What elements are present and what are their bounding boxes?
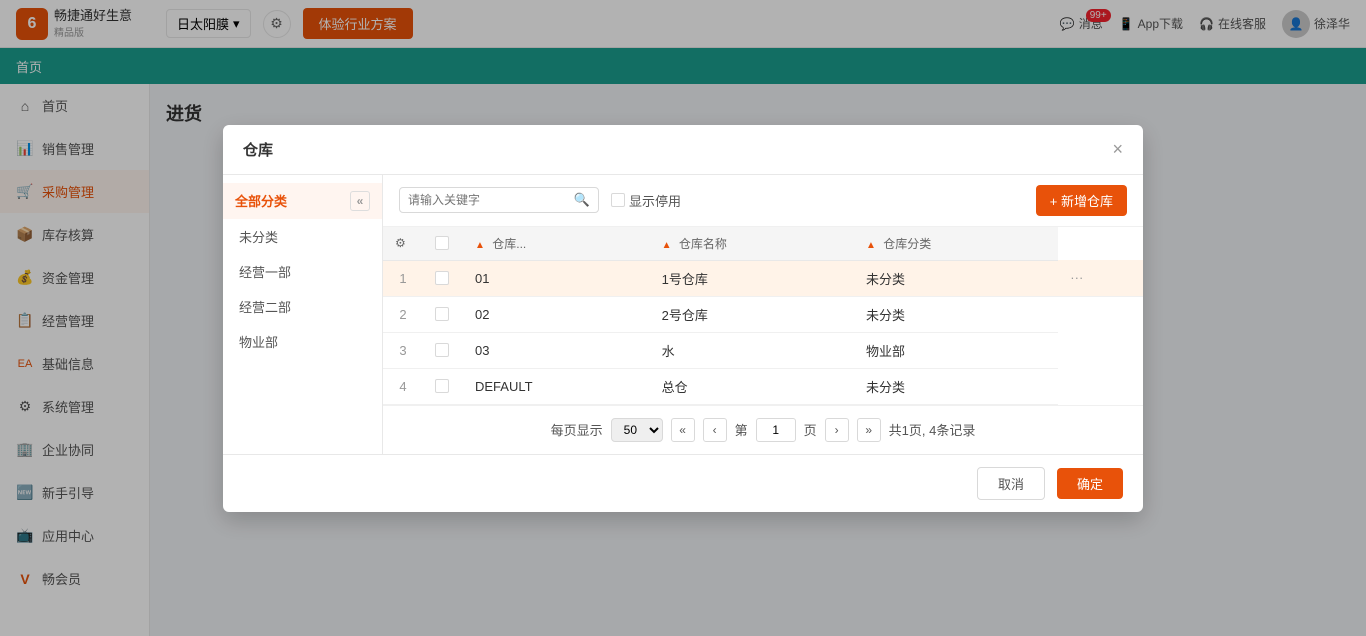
page-prev-button[interactable]: ‹ [703, 418, 727, 442]
total-records-label: 共1页, 4条记录 [889, 420, 976, 439]
warehouse-dialog: 仓库 × 全部分类 « 未分类 经营一部 经营二部 [223, 125, 1143, 512]
category-item-unclassified[interactable]: 未分类 [223, 219, 382, 254]
row-category: 未分类 [854, 296, 1058, 332]
dialog-title: 仓库 [243, 139, 273, 160]
dialog-toolbar: 🔍 显示停用 + 新增仓库 [383, 175, 1143, 227]
dialog-header: 仓库 × [223, 125, 1143, 175]
row-name: 1号仓库 [650, 260, 854, 296]
page-last-button[interactable]: » [857, 418, 881, 442]
row-checkbox[interactable] [423, 296, 463, 332]
dialog-body: 全部分类 « 未分类 经营一部 经营二部 物业部 [223, 175, 1143, 454]
category-item-ops2[interactable]: 经营二部 [223, 289, 382, 324]
row-name: 2号仓库 [650, 296, 854, 332]
row-checkbox[interactable] [423, 260, 463, 296]
row-num: 3 [383, 332, 423, 368]
row-checkbox[interactable] [423, 368, 463, 404]
prev-page-icon: ‹ [713, 423, 717, 437]
first-page-icon: « [679, 423, 686, 437]
per-page-select[interactable]: 50 [611, 418, 663, 442]
search-icon: 🔍 [574, 192, 590, 208]
search-input[interactable] [408, 193, 574, 207]
row-code: DEFAULT [463, 368, 650, 404]
col-code: ▲ 仓库... [463, 227, 650, 261]
dialog-main-content: 🔍 显示停用 + 新增仓库 ⚙ [383, 175, 1143, 454]
col-checkbox [423, 227, 463, 261]
show-disabled-checkbox[interactable] [611, 193, 625, 207]
pagination-bar: 每页显示 50 « ‹ 第 页 › [383, 405, 1143, 454]
show-disabled-text: 显示停用 [629, 191, 681, 210]
settings-col-icon: ⚙ [395, 236, 406, 250]
category-label-unclassified: 未分类 [239, 230, 278, 245]
page-input[interactable] [756, 418, 796, 442]
sort-cat-icon: ▲ [866, 240, 876, 251]
row-code: 02 [463, 296, 650, 332]
last-page-icon: » [865, 423, 872, 437]
sort-name-icon: ▲ [662, 240, 672, 251]
table-row[interactable]: 4 DEFAULT 总仓 未分类 [383, 368, 1143, 404]
per-page-label: 每页显示 [551, 420, 603, 439]
row-category: 未分类 [854, 260, 1058, 296]
row-category: 物业部 [854, 332, 1058, 368]
row-checkbox[interactable] [423, 332, 463, 368]
col-category: ▲ 仓库分类 [854, 227, 1058, 261]
cancel-button[interactable]: 取消 [977, 467, 1045, 500]
page-next-button[interactable]: › [825, 418, 849, 442]
category-item-ops1[interactable]: 经营一部 [223, 254, 382, 289]
sort-icon: ▲ [475, 240, 485, 251]
next-page-icon: › [835, 423, 839, 437]
row-action[interactable]: ··· [1058, 260, 1143, 296]
show-disabled-label[interactable]: 显示停用 [611, 191, 681, 210]
confirm-button[interactable]: 确定 [1057, 468, 1123, 499]
page-suffix: 页 [804, 420, 817, 439]
table-row[interactable]: 2 02 2号仓库 未分类 [383, 296, 1143, 332]
row-code: 01 [463, 260, 650, 296]
row-num: 4 [383, 368, 423, 404]
row-name: 总仓 [650, 368, 854, 404]
add-warehouse-button[interactable]: + 新增仓库 [1036, 185, 1127, 216]
row-category: 未分类 [854, 368, 1058, 404]
collapse-button[interactable]: « [350, 191, 370, 211]
dialog-footer: 取消 确定 [223, 454, 1143, 512]
row-name: 水 [650, 332, 854, 368]
warehouse-table-area: ⚙ ▲ 仓库... ▲ [383, 227, 1143, 405]
page-label: 第 [735, 420, 748, 439]
col-settings: ⚙ [383, 227, 423, 261]
table-row[interactable]: 1 01 1号仓库 未分类··· [383, 260, 1143, 296]
category-label-ops1: 经营一部 [239, 265, 291, 280]
page-first-button[interactable]: « [671, 418, 695, 442]
dialog-close-button[interactable]: × [1112, 139, 1123, 160]
row-code: 03 [463, 332, 650, 368]
row-num: 2 [383, 296, 423, 332]
collapse-icon: « [357, 194, 364, 208]
modal-overlay: 仓库 × 全部分类 « 未分类 经营一部 经营二部 [0, 0, 1366, 636]
warehouse-table: ⚙ ▲ 仓库... ▲ [383, 227, 1143, 405]
search-box: 🔍 [399, 187, 599, 213]
category-label-ops2: 经营二部 [239, 300, 291, 315]
all-categories-label: 全部分类 [235, 191, 287, 210]
select-all-checkbox[interactable] [435, 236, 449, 250]
all-categories-item[interactable]: 全部分类 « [223, 183, 382, 219]
category-label-property: 物业部 [239, 335, 278, 350]
category-item-property[interactable]: 物业部 [223, 324, 382, 359]
category-sidebar: 全部分类 « 未分类 经营一部 经营二部 物业部 [223, 175, 383, 454]
row-num: 1 [383, 260, 423, 296]
col-name: ▲ 仓库名称 [650, 227, 854, 261]
table-row[interactable]: 3 03 水 物业部 [383, 332, 1143, 368]
